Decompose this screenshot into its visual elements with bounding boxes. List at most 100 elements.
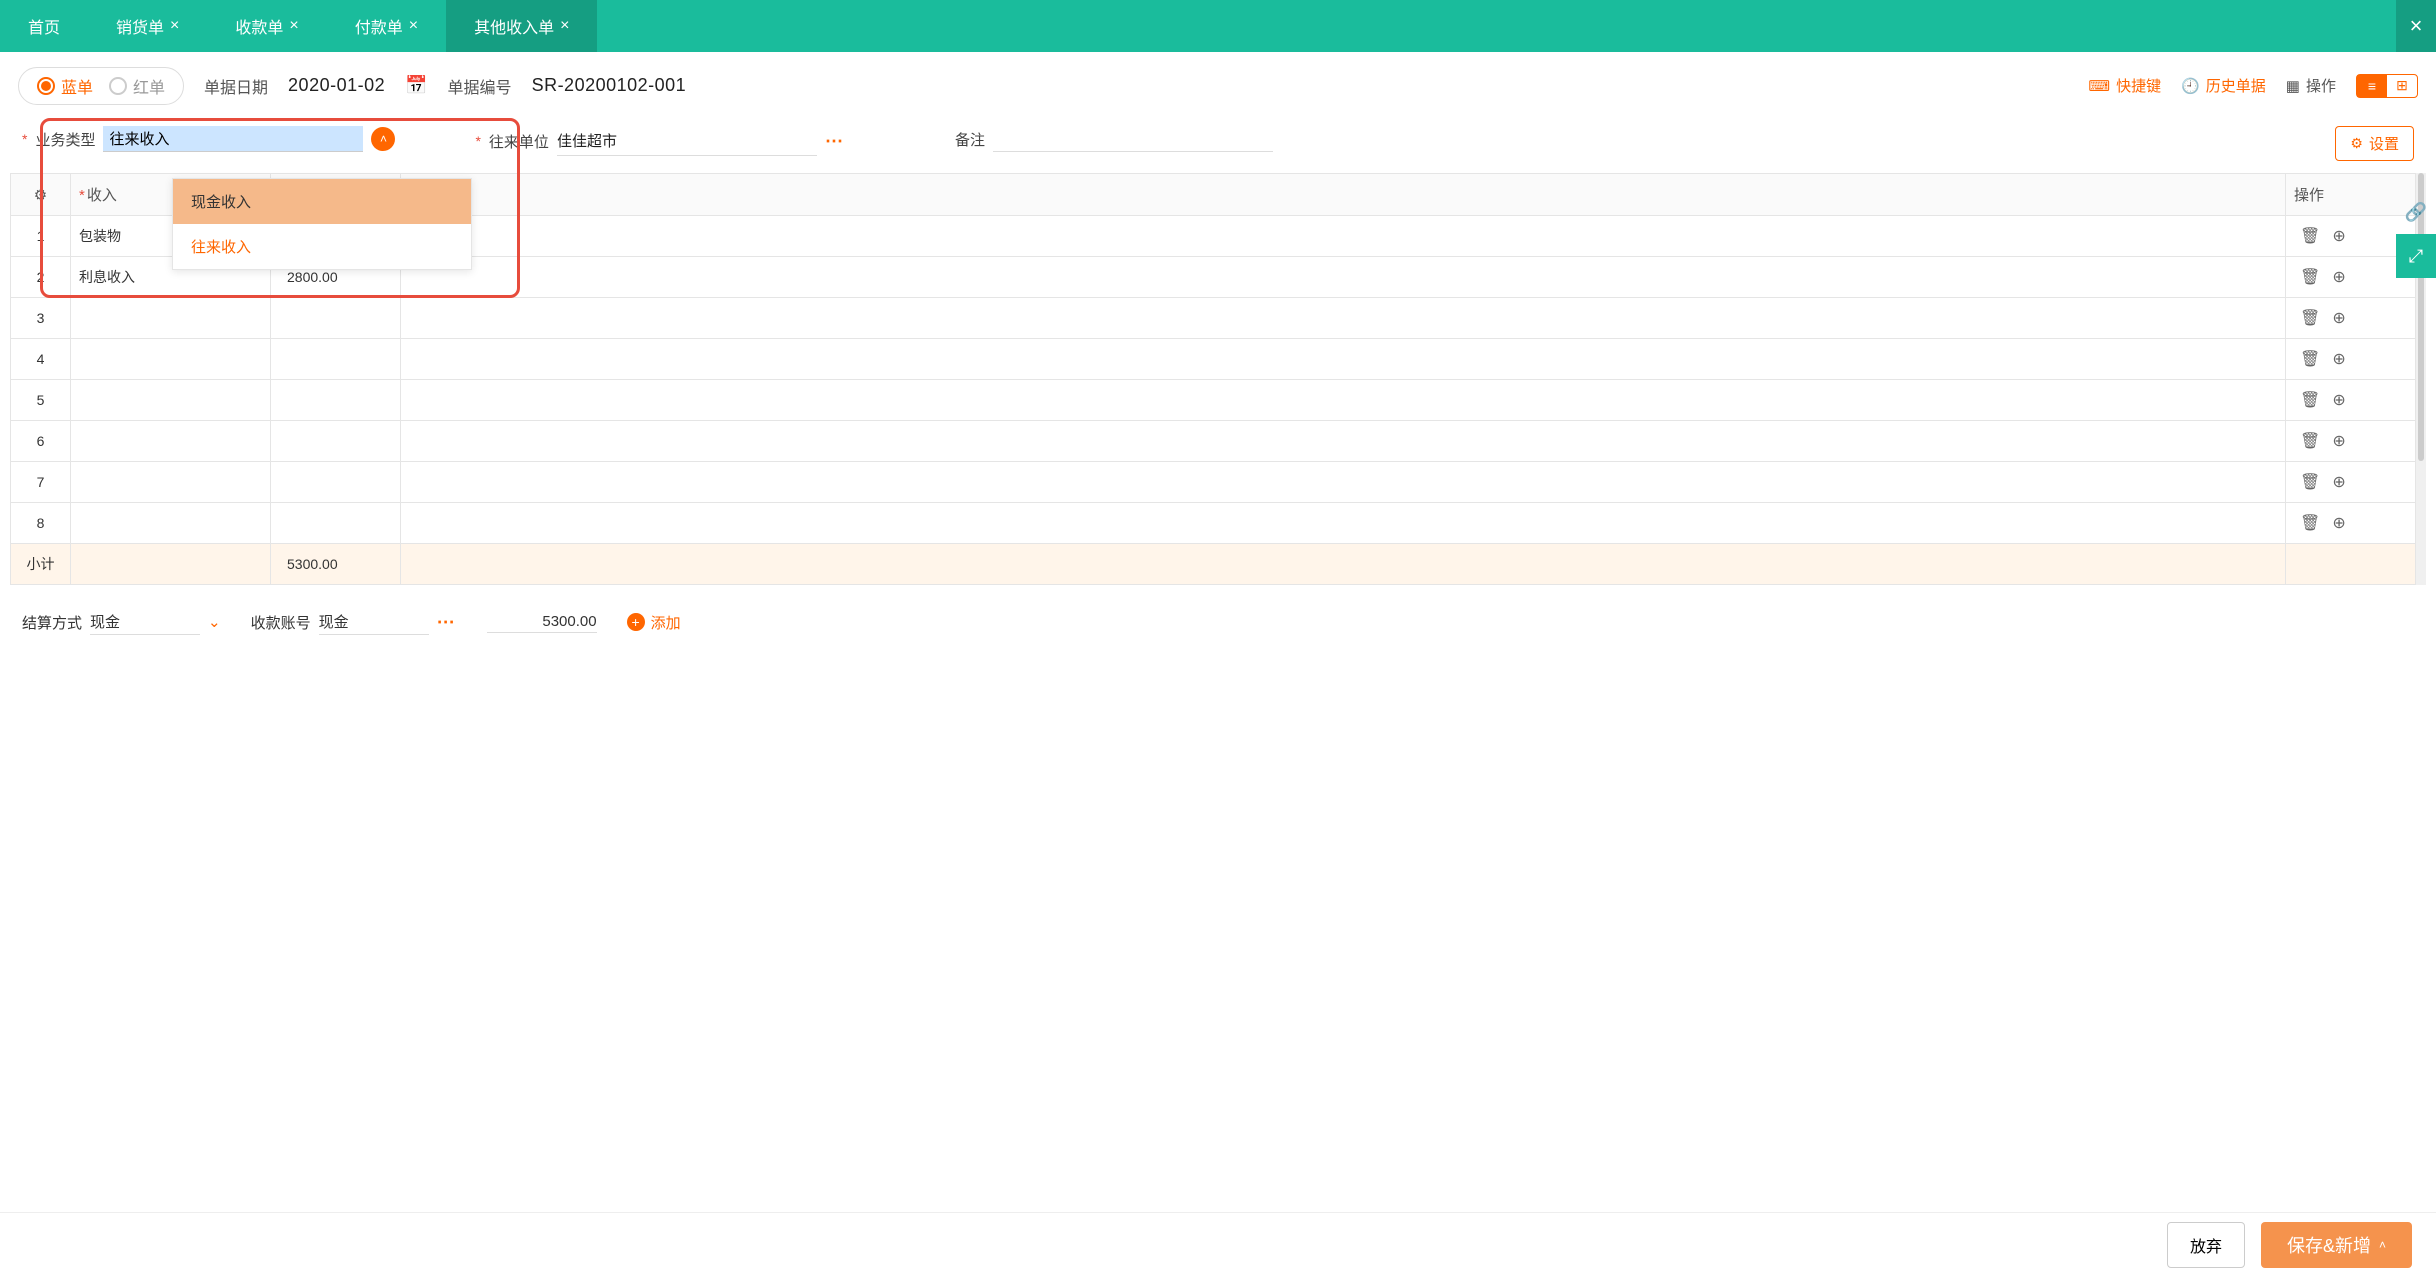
- delete-icon[interactable]: 🗑: [2300, 349, 2320, 369]
- close-icon[interactable]: ×: [170, 17, 179, 35]
- settle-account-value[interactable]: 现金: [319, 609, 429, 635]
- add-row-icon[interactable]: ⊕: [2332, 431, 2345, 451]
- document-header: 蓝单 红单 单据日期 2020-01-02 📅 单据编号 SR-20200102…: [10, 62, 2426, 110]
- view-list-button[interactable]: ≡: [2357, 75, 2387, 97]
- cell-note[interactable]: [401, 257, 2286, 298]
- table-row[interactable]: 5🗑⊕: [11, 380, 2416, 421]
- discard-button[interactable]: 放弃: [2167, 1222, 2245, 1268]
- link-icon[interactable]: 🔗: [2396, 190, 2436, 234]
- business-type-input[interactable]: [103, 126, 363, 152]
- cell-note[interactable]: [401, 462, 2286, 503]
- add-row-icon[interactable]: ⊕: [2332, 226, 2345, 246]
- row-ops: 🗑⊕: [2286, 380, 2416, 421]
- cell-income[interactable]: [71, 339, 271, 380]
- row-ops: 🗑⊕: [2286, 298, 2416, 339]
- row-number: 6: [11, 421, 71, 462]
- date-value[interactable]: 2020-01-02: [288, 75, 385, 96]
- gear-icon: ⚙: [34, 187, 47, 204]
- cell-income[interactable]: [71, 462, 271, 503]
- radio-dot-icon: [109, 77, 127, 95]
- settings-button[interactable]: ⚙ 设置: [2335, 126, 2414, 161]
- row-ops: 🗑⊕: [2286, 339, 2416, 380]
- docno-value: SR-20200102-001: [532, 75, 687, 96]
- keyboard-icon: ⌨: [2088, 77, 2110, 95]
- close-icon[interactable]: ×: [560, 17, 569, 35]
- tab-receipt[interactable]: 收款单×: [207, 0, 326, 52]
- row-number: 8: [11, 503, 71, 544]
- view-grid-button[interactable]: ⊞: [2387, 75, 2417, 97]
- delete-icon[interactable]: 🗑: [2300, 226, 2320, 246]
- chevron-down-icon[interactable]: ⌄: [208, 613, 221, 631]
- cell-note[interactable]: [401, 298, 2286, 339]
- gear-header[interactable]: ⚙: [11, 174, 71, 216]
- cell-amount[interactable]: [271, 339, 401, 380]
- cell-amount[interactable]: [271, 462, 401, 503]
- delete-icon[interactable]: 🗑: [2300, 431, 2320, 451]
- chevron-up-icon: ˄: [2379, 1238, 2386, 1252]
- close-panel-button[interactable]: ×: [2396, 0, 2436, 52]
- delete-icon[interactable]: 🗑: [2300, 390, 2320, 410]
- table-row[interactable]: 3🗑⊕: [11, 298, 2416, 339]
- add-row-icon[interactable]: ⊕: [2332, 472, 2345, 492]
- calendar-icon[interactable]: 📅: [405, 75, 427, 96]
- table-row[interactable]: 6🗑⊕: [11, 421, 2416, 462]
- settle-amount-value[interactable]: 5300.00: [487, 611, 597, 633]
- save-button[interactable]: 保存&新增 ˄: [2261, 1222, 2412, 1268]
- cell-note[interactable]: [401, 421, 2286, 462]
- ellipsis-icon[interactable]: ⋯: [825, 131, 845, 152]
- ellipsis-icon[interactable]: ⋯: [437, 612, 457, 633]
- required-icon: *: [22, 131, 27, 147]
- cell-income[interactable]: [71, 421, 271, 462]
- history-button[interactable]: 🕘历史单据: [2181, 75, 2266, 96]
- shortcut-button[interactable]: ⌨快捷键: [2088, 75, 2161, 96]
- ops-button[interactable]: ▦操作: [2286, 75, 2336, 96]
- cell-amount[interactable]: [271, 421, 401, 462]
- cell-amount[interactable]: [271, 503, 401, 544]
- chevron-up-icon[interactable]: ˄: [371, 127, 395, 151]
- expand-icon[interactable]: ⤢: [2396, 234, 2436, 278]
- tab-payment[interactable]: 付款单×: [327, 0, 446, 52]
- settle-method: 结算方式 现金 ⌄: [22, 609, 221, 635]
- delete-icon[interactable]: 🗑: [2300, 472, 2320, 492]
- add-row-icon[interactable]: ⊕: [2332, 349, 2345, 369]
- dropdown-option-cash[interactable]: 现金收入: [173, 179, 471, 224]
- row-number: 4: [11, 339, 71, 380]
- add-settlement-button[interactable]: + 添加: [627, 612, 681, 633]
- history-icon: 🕘: [2181, 77, 2200, 95]
- cell-note[interactable]: [401, 216, 2286, 257]
- cell-note[interactable]: [401, 339, 2286, 380]
- radio-red[interactable]: 红单: [109, 74, 165, 98]
- table-row[interactable]: 8 🗑 ⊕: [11, 503, 2416, 544]
- table-row[interactable]: 7🗑⊕: [11, 462, 2416, 503]
- row-ops: 🗑⊕: [2286, 421, 2416, 462]
- add-row-icon[interactable]: ⊕: [2332, 390, 2345, 410]
- delete-icon[interactable]: 🗑: [2300, 308, 2320, 328]
- delete-icon[interactable]: 🗑: [2300, 513, 2320, 533]
- cell-income[interactable]: [71, 298, 271, 339]
- cell-amount[interactable]: [271, 380, 401, 421]
- cell-note[interactable]: [401, 380, 2286, 421]
- remark-input[interactable]: [993, 126, 1273, 152]
- close-icon[interactable]: ×: [289, 17, 298, 35]
- add-row-icon[interactable]: ⊕: [2332, 267, 2345, 287]
- dropdown-option-ar[interactable]: 往来收入: [173, 224, 471, 269]
- tab-home[interactable]: 首页: [0, 0, 88, 52]
- party-value[interactable]: 佳佳超市: [557, 126, 817, 156]
- tab-sales[interactable]: 销货单×: [88, 0, 207, 52]
- add-row-icon[interactable]: ⊕: [2332, 513, 2345, 533]
- right-rail: 🔗 ⤢: [2396, 190, 2436, 278]
- table-row[interactable]: 4🗑⊕: [11, 339, 2416, 380]
- cell-income[interactable]: [71, 503, 271, 544]
- delete-icon[interactable]: 🗑: [2300, 267, 2320, 287]
- row-number: 3: [11, 298, 71, 339]
- add-row-icon[interactable]: ⊕: [2332, 308, 2345, 328]
- close-icon[interactable]: ×: [409, 17, 418, 35]
- radio-blue[interactable]: 蓝单: [37, 74, 93, 98]
- cell-amount[interactable]: [271, 298, 401, 339]
- cell-income[interactable]: [71, 380, 271, 421]
- subtotal-amount: 5300.00: [271, 544, 401, 585]
- form-row: * 业务类型 ˄ 现金收入 往来收入 * 往来单位 佳佳超市 ⋯ 备注 ⚙ 设置: [10, 110, 2426, 173]
- cell-note[interactable]: [401, 503, 2286, 544]
- settle-method-value[interactable]: 现金: [90, 609, 200, 635]
- tab-other-income[interactable]: 其他收入单×: [446, 0, 597, 52]
